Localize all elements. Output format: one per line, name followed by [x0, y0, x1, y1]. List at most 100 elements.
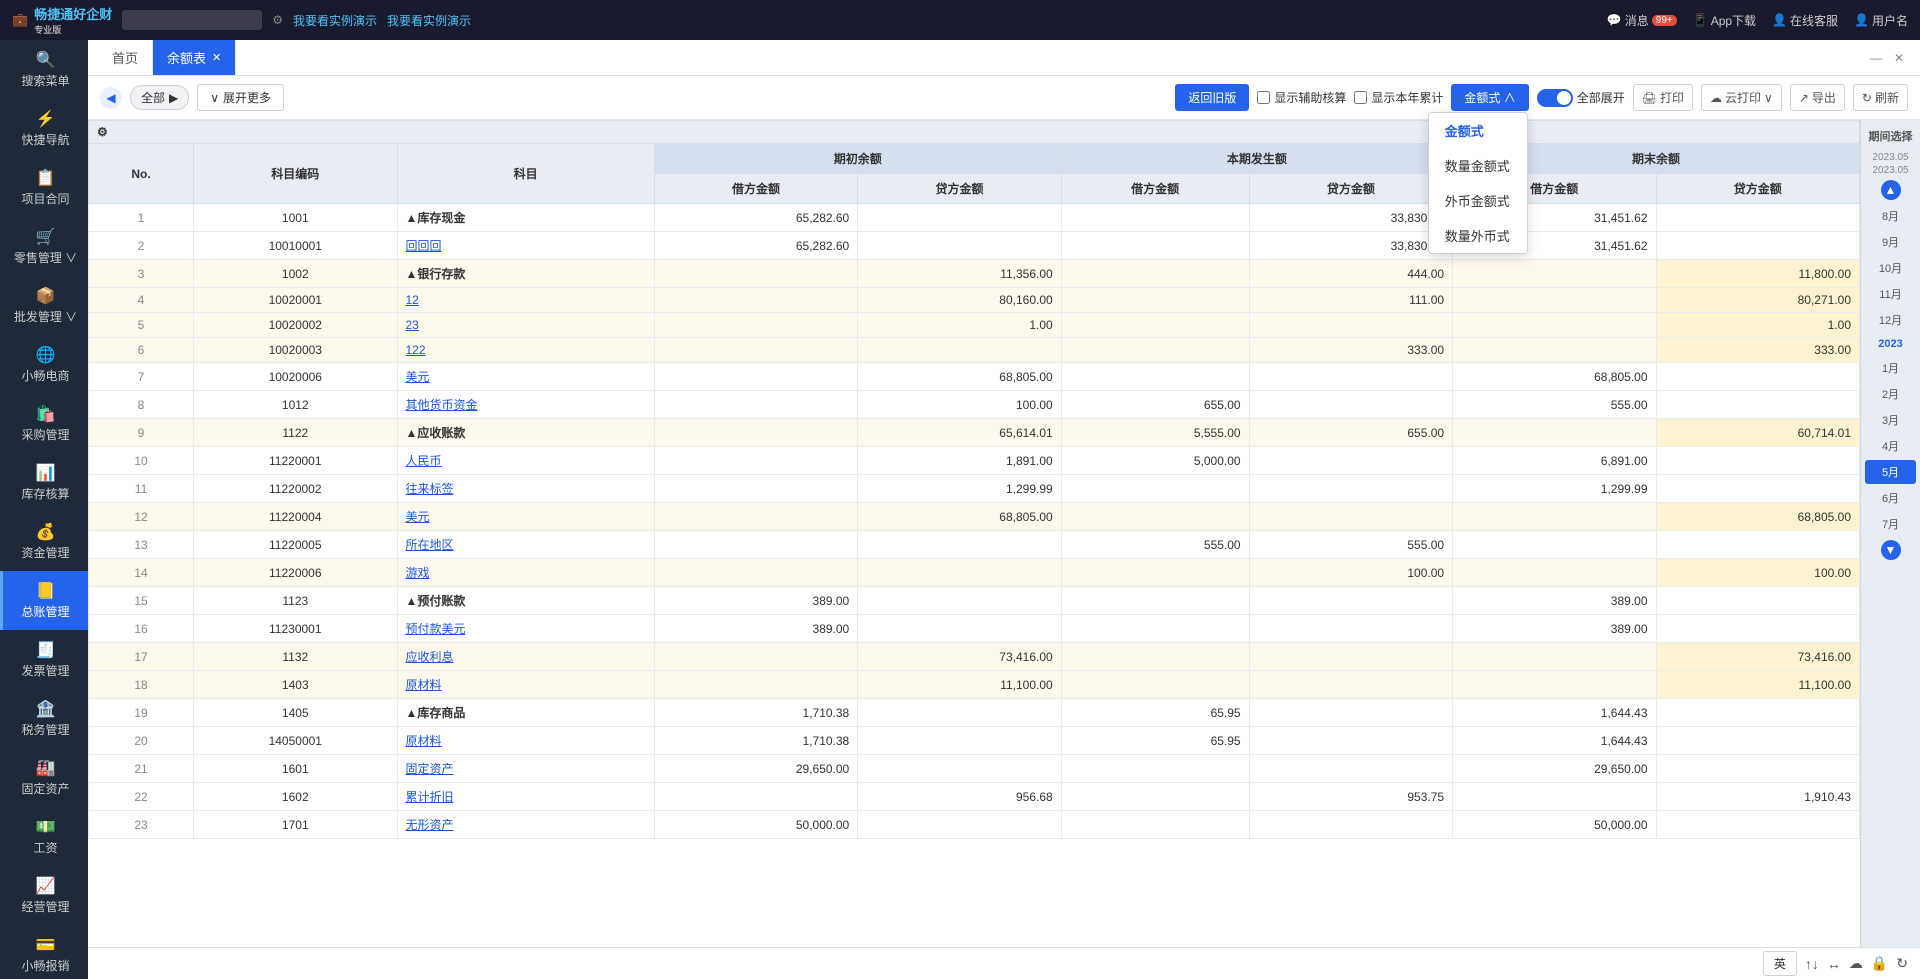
tab-home[interactable]: 首页	[98, 40, 153, 75]
account-link[interactable]: 原材料	[406, 678, 442, 692]
year-checkbox-input[interactable]	[1354, 91, 1367, 104]
month-11[interactable]: 11月	[1865, 282, 1916, 306]
table-right-container: ⚙ No. 科目编码 科目 期初余额 本期发生额 期末余额 借方金额	[88, 120, 1920, 947]
show-year-checkbox[interactable]: 显示本年累计	[1354, 89, 1443, 106]
settings-icon[interactable]: ⚙	[272, 13, 283, 27]
demo-link-text[interactable]: 我要看实例演示	[387, 12, 471, 29]
tab-close-icon[interactable]: ✕	[212, 51, 221, 64]
account-link[interactable]: 回回回	[406, 239, 442, 253]
sidebar-item-salary[interactable]: 💵 工资	[0, 807, 88, 866]
month-5[interactable]: 5月	[1865, 460, 1916, 484]
sidebar-item-tax[interactable]: 🏦 税务管理	[0, 689, 88, 748]
month-1[interactable]: 1月	[1865, 356, 1916, 380]
dropdown-item-qty-foreign[interactable]: 数量外币式	[1429, 218, 1527, 253]
down-arrow-btn[interactable]: ▼	[1881, 540, 1901, 560]
account-link[interactable]: 人民币	[406, 454, 442, 468]
account-link[interactable]: 无形资产	[406, 818, 454, 832]
helper-checkbox-input[interactable]	[1257, 91, 1270, 104]
table-wrapper[interactable]: ⚙ No. 科目编码 科目 期初余额 本期发生额 期末余额 借方金额	[88, 120, 1860, 947]
window-close-icon[interactable]: ✕	[1888, 51, 1910, 65]
month-4[interactable]: 4月	[1865, 434, 1916, 458]
settings-icon[interactable]: ⚙	[97, 125, 108, 139]
account-link[interactable]: 122	[406, 343, 426, 357]
cloud-sync-icon[interactable]: ☁	[1849, 955, 1863, 972]
account-name-cell[interactable]: ▲预付账款	[397, 587, 654, 615]
cur-debit-cell: 5,000.00	[1061, 447, 1249, 475]
up-arrow-btn[interactable]: ▲	[1881, 180, 1901, 200]
back-nav-btn[interactable]: ◀	[100, 87, 122, 109]
return-old-btn[interactable]: 返回旧版	[1175, 84, 1249, 111]
month-8[interactable]: 8月	[1865, 204, 1916, 228]
sidebar-item-ecommerce[interactable]: 🌐 小畅电商	[0, 335, 88, 394]
month-10[interactable]: 10月	[1865, 256, 1916, 280]
sidebar-item-ledger[interactable]: 📒 总账管理	[0, 571, 88, 630]
window-minimize-icon[interactable]: —	[1864, 51, 1888, 65]
expand-more-btn[interactable]: ∨ 展开更多	[197, 84, 284, 111]
msg-btn[interactable]: 💬 消息 99+	[1607, 12, 1677, 29]
sidebar-item-invoice[interactable]: 🧾 发票管理	[0, 630, 88, 689]
account-link[interactable]: 美元	[406, 370, 430, 384]
account-link[interactable]: 累计折旧	[406, 790, 454, 804]
account-link[interactable]: 预付款美元	[406, 622, 466, 636]
online-btn[interactable]: 👤 在线客服	[1772, 12, 1838, 29]
show-helper-checkbox[interactable]: 显示辅助核算	[1257, 89, 1346, 106]
month-3[interactable]: 3月	[1865, 408, 1916, 432]
sidebar-item-expense[interactable]: 💳 小畅报销	[0, 925, 88, 979]
top-search-input[interactable]	[122, 10, 262, 30]
th-current: 本期发生额	[1061, 144, 1452, 174]
account-link[interactable]: 美元	[406, 510, 430, 524]
account-link[interactable]: 原材料	[406, 734, 442, 748]
month-2[interactable]: 2月	[1865, 382, 1916, 406]
sidebar-item-purchase[interactable]: 🛍️ 采购管理	[0, 394, 88, 453]
top-controls: ◀ 全部 ▶ ∨ 展开更多 返回旧版 显示辅助核算 显示本年累计 金额式 ∧	[88, 76, 1920, 120]
user-btn[interactable]: 👤 用户名	[1854, 12, 1908, 29]
expand-all-toggle[interactable]: 全部展开	[1537, 89, 1625, 107]
print-btn[interactable]: 🖨 打印	[1633, 84, 1693, 111]
account-name-cell[interactable]: ▲库存商品	[397, 699, 654, 727]
account-name-cell[interactable]: ▲库存现金	[397, 204, 654, 232]
sidebar-item-contract[interactable]: 📋 项目合同	[0, 158, 88, 217]
lang-btn[interactable]: 英	[1763, 951, 1797, 976]
sidebar-item-inventory[interactable]: 📊 库存核算	[0, 453, 88, 512]
dropdown-item-foreign[interactable]: 外币金额式	[1429, 183, 1527, 218]
account-link[interactable]: 所在地区	[406, 538, 454, 552]
account-link[interactable]: 往来标签	[406, 482, 454, 496]
mode-dropdown-btn[interactable]: 金额式 ∧ 金额式 数量金额式 外币金额式 数量外币式	[1451, 84, 1528, 111]
all-nav-pill[interactable]: 全部 ▶	[130, 85, 189, 110]
month-7[interactable]: 7月	[1865, 512, 1916, 536]
year-2023[interactable]: 2023	[1865, 334, 1916, 354]
demo-link[interactable]: 我要看实例演示	[293, 12, 377, 29]
account-link[interactable]: 游戏	[406, 566, 430, 580]
dropdown-item-amount[interactable]: 金额式	[1429, 113, 1527, 148]
sidebar-item-nav[interactable]: ⚡ 快捷导航	[0, 99, 88, 158]
sidebar-item-operation[interactable]: 📈 经营管理	[0, 866, 88, 925]
app-btn[interactable]: 📱 App下载	[1693, 12, 1756, 29]
tab-balance[interactable]: 余额表 ✕	[153, 40, 236, 75]
account-name-cell[interactable]: ▲应收账款	[397, 419, 654, 447]
sidebar-item-retail[interactable]: 🛒 零售管理 ∨	[0, 217, 88, 276]
month-12[interactable]: 12月	[1865, 308, 1916, 332]
account-link[interactable]: 12	[406, 293, 419, 307]
sidebar-item-finance[interactable]: 💰 资金管理	[0, 512, 88, 571]
month-6[interactable]: 6月	[1865, 486, 1916, 510]
account-link[interactable]: 应收利息	[406, 650, 454, 664]
account-link[interactable]: 23	[406, 318, 419, 332]
refresh-bottom-icon[interactable]: ↻	[1896, 955, 1908, 972]
account-name-cell[interactable]: ▲银行存款	[397, 260, 654, 288]
sidebar-item-assets[interactable]: 🏭 固定资产	[0, 748, 88, 807]
sort-icon[interactable]: ↑↓	[1805, 956, 1819, 972]
toggle-track[interactable]	[1537, 89, 1573, 107]
dropdown-item-qty-amount[interactable]: 数量金额式	[1429, 148, 1527, 183]
sidebar-item-search[interactable]: 🔍 搜索菜单	[0, 40, 88, 99]
op-credit-cell	[858, 338, 1061, 363]
cloud-print-btn[interactable]: ☁ 云打印 ∨	[1701, 84, 1782, 111]
account-link[interactable]: 其他货币资金	[406, 398, 478, 412]
op-debit-cell: 1,710.38	[654, 699, 857, 727]
resize-icon[interactable]: ↔	[1827, 956, 1841, 972]
export-btn[interactable]: ↗ 导出	[1790, 84, 1845, 111]
refresh-btn[interactable]: ↻ 刷新	[1853, 84, 1908, 111]
account-link[interactable]: 固定资产	[406, 762, 454, 776]
month-9[interactable]: 9月	[1865, 230, 1916, 254]
lock-icon[interactable]: 🔒	[1871, 955, 1888, 972]
sidebar-item-wholesale[interactable]: 📦 批发管理 ∨	[0, 276, 88, 335]
